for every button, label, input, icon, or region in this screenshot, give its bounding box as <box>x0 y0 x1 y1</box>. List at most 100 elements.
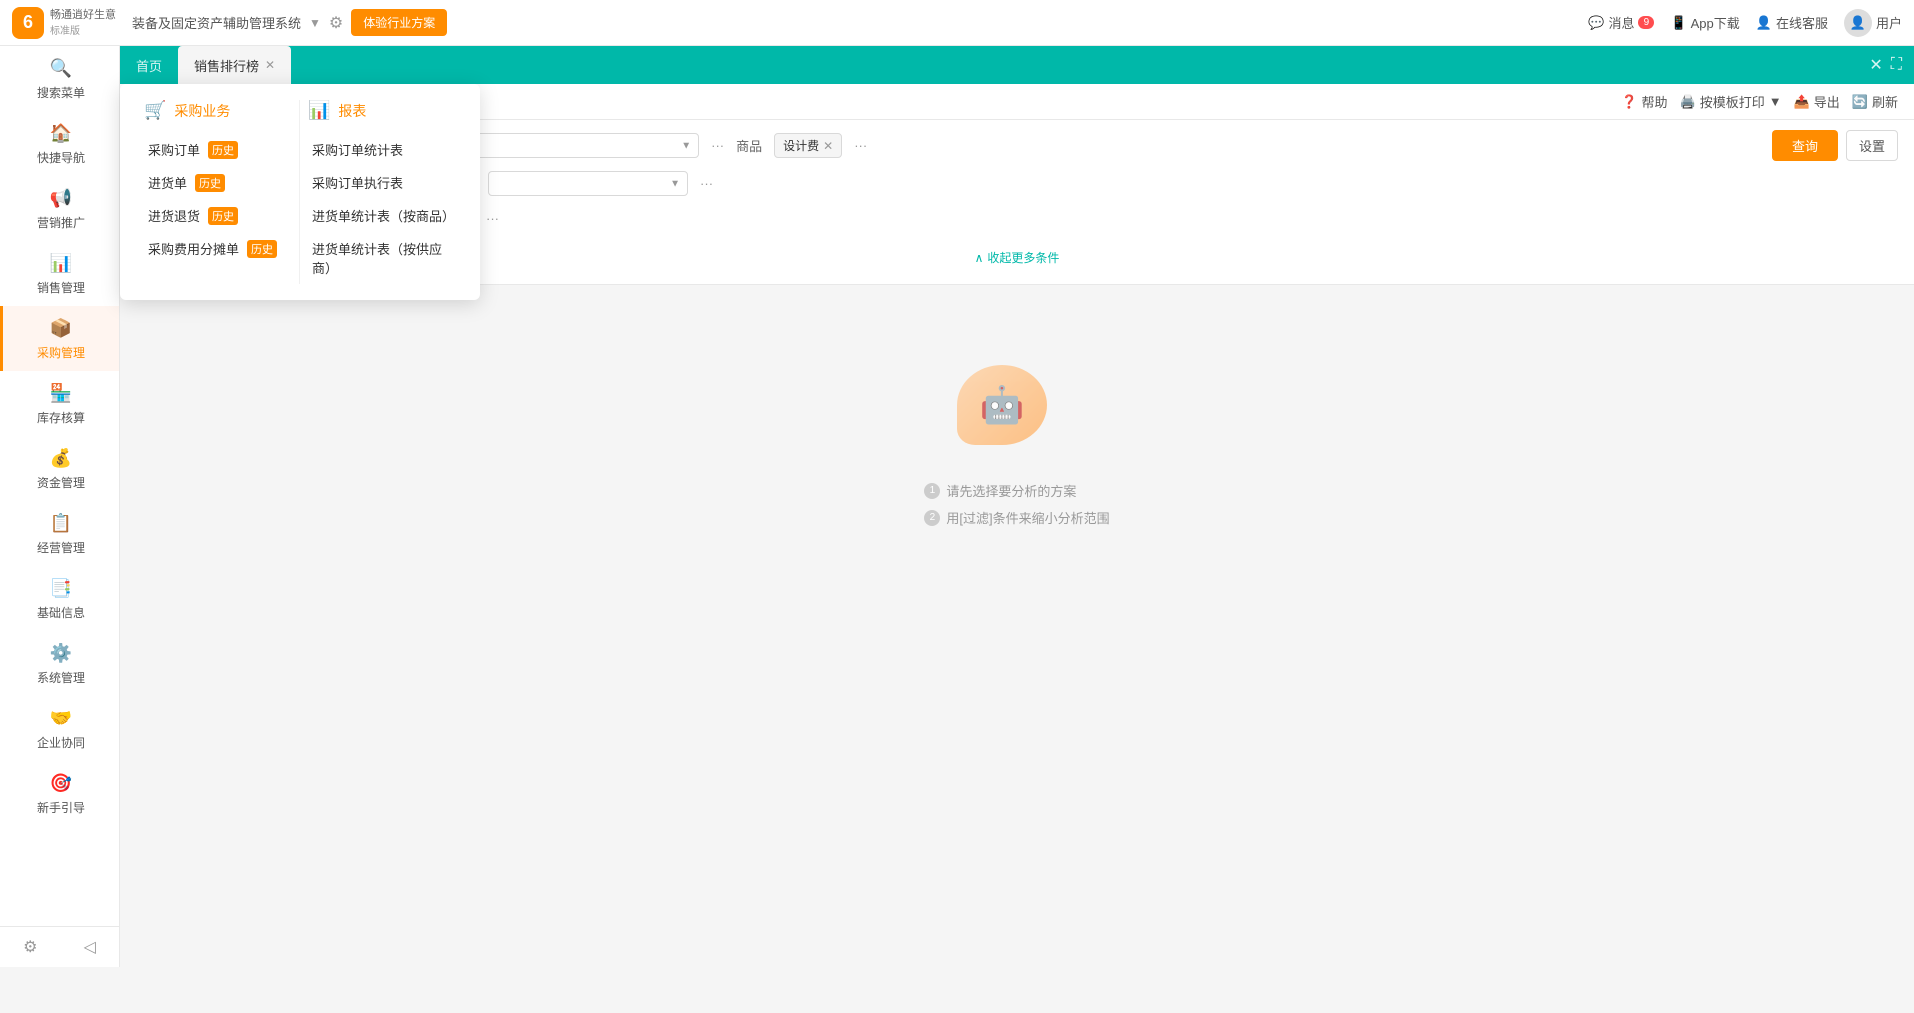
refresh-btn[interactable]: 🔄 刷新 <box>1852 92 1898 111</box>
goods-label: 商品 <box>736 136 762 155</box>
message-icon: 💬 <box>1588 15 1604 31</box>
guide-icon: 🎯 <box>50 773 72 794</box>
header-settings-icon[interactable]: ⚙ <box>329 13 343 33</box>
sidebar-item-sales[interactable]: 📊 销售管理 <box>0 241 119 306</box>
tab-home[interactable]: 首页 <box>120 46 178 84</box>
sidebar-item-cooperation[interactable]: 🤝 企业协同 <box>0 696 119 761</box>
purchase-section-icon: 🛒 <box>144 100 166 121</box>
sidebar-item-finance[interactable]: 💰 资金管理 <box>0 436 119 501</box>
tab-fullscreen-btn[interactable]: ⛶ <box>1891 56 1902 74</box>
history-badge-1: 历史 <box>208 141 238 159</box>
chevron-up-icon: ∧ <box>975 251 984 265</box>
query-btn[interactable]: 查询 <box>1772 130 1838 161</box>
sidebar-item-operations[interactable]: 📋 经营管理 <box>0 501 119 566</box>
sidebar: 🔍 搜索菜单 🏠 快捷导航 📢 营销推广 📊 销售管理 📦 采购管理 🏪 库存核… <box>0 46 120 967</box>
sidebar-settings-btn[interactable]: ⚙ <box>23 937 37 957</box>
sidebar-item-inventory[interactable]: 🏪 库存核算 <box>0 371 119 436</box>
empty-step-1: 1 请先选择要分析的方案 <box>924 481 1076 500</box>
purchase-business-col: 🛒 采购业务 采购订单 历史 进货单 历史 进货退货 历史 采购费用分摊单 历史 <box>136 100 300 284</box>
history-badge-2: 历史 <box>195 174 225 192</box>
export-btn[interactable]: 📤 导出 <box>1794 92 1840 111</box>
basic-info-icon: 📑 <box>50 578 72 599</box>
history-badge-3: 历史 <box>208 207 238 225</box>
logo-icon: 6 <box>12 7 44 39</box>
service-icon: 👤 <box>1756 15 1772 31</box>
tab-close-all-btn[interactable]: ✕ <box>1869 55 1882 75</box>
tab-sales-ranking[interactable]: 销售排行榜 ✕ <box>178 46 291 84</box>
customer-more-btn[interactable]: ··· <box>486 211 499 226</box>
sidebar-bottom: ⚙ ◁ <box>0 926 119 967</box>
app-download-btn[interactable]: 📱 App下载 <box>1670 13 1739 32</box>
empty-state: 🤖 1 请先选择要分析的方案 2 用[过滤]条件来缩小分析范围 <box>120 285 1914 607</box>
user-avatar: 👤 <box>1844 9 1872 37</box>
operations-icon: 📋 <box>50 513 72 534</box>
message-btn[interactable]: 💬 消息 9 <box>1588 13 1654 32</box>
dropdown-grid: 🛒 采购业务 采购订单 历史 进货单 历史 进货退货 历史 采购费用分摊单 历史 <box>136 100 464 284</box>
header-center: 装备及固定资产辅助管理系统 ▼ ⚙ 体验行业方案 <box>132 9 1588 36</box>
tab-actions: ✕ ⛶ <box>1869 55 1914 75</box>
system-title-dropdown[interactable]: ▼ <box>309 16 321 30</box>
user-btn[interactable]: 👤 用户 <box>1844 9 1902 37</box>
filter-settings-btn[interactable]: 设置 <box>1846 130 1898 161</box>
query-actions: 查询 设置 <box>1772 130 1898 161</box>
salesman-select[interactable] <box>488 171 688 196</box>
empty-illustration: 🤖 <box>957 365 1077 465</box>
dropdown-item-order-stat[interactable]: 采购订单统计表 <box>308 133 456 166</box>
goods-more-btn[interactable]: ··· <box>854 138 867 153</box>
print-icon: 🖨️ <box>1680 94 1696 110</box>
search-icon: 🔍 <box>50 58 72 79</box>
purchase-dropdown-menu: 🛒 采购业务 采购订单 历史 进货单 历史 进货退货 历史 采购费用分摊单 历史 <box>120 84 480 300</box>
help-icon: ❓ <box>1621 94 1637 110</box>
salesman-select-wrap <box>488 171 688 196</box>
empty-steps: 1 请先选择要分析的方案 2 用[过滤]条件来缩小分析范围 <box>924 481 1109 527</box>
print-dropdown-icon: ▼ <box>1769 94 1782 109</box>
report-section-title: 📊 报表 <box>308 100 456 121</box>
salesman-more-btn[interactable]: ··· <box>700 176 713 191</box>
home-icon: 🏠 <box>50 123 72 144</box>
logo-area: 6 畅通逍好生意 标准版 <box>12 7 132 39</box>
purchase-section-title: 🛒 采购业务 <box>144 100 291 121</box>
message-badge: 9 <box>1638 16 1654 29</box>
report-section-icon: 📊 <box>308 100 330 121</box>
sidebar-collapse-btn[interactable]: ◁ <box>84 937 96 957</box>
finance-icon: 💰 <box>50 448 72 469</box>
industry-btn[interactable]: 体验行业方案 <box>351 9 447 36</box>
marketing-icon: 📢 <box>50 188 72 209</box>
goods-tag-close[interactable]: ✕ <box>823 139 833 153</box>
logo-text: 畅通逍好生意 标准版 <box>50 8 116 37</box>
dropdown-item-order-exec[interactable]: 采购订单执行表 <box>308 166 456 199</box>
help-btn[interactable]: ❓ 帮助 <box>1621 92 1667 111</box>
inventory-icon: 🏪 <box>50 383 72 404</box>
system-icon: ⚙️ <box>50 643 72 664</box>
sidebar-item-guide[interactable]: 🎯 新手引导 <box>0 761 119 826</box>
status-select[interactable] <box>459 133 699 158</box>
print-btn[interactable]: 🖨️ 按模板打印 ▼ <box>1680 92 1782 111</box>
refresh-icon: 🔄 <box>1852 94 1868 110</box>
dropdown-item-purchase-order[interactable]: 采购订单 历史 <box>144 133 291 166</box>
cooperation-icon: 🤝 <box>50 708 72 729</box>
empty-step-2: 2 用[过滤]条件来缩小分析范围 <box>924 508 1109 527</box>
status-more-btn[interactable]: ··· <box>711 138 724 153</box>
dropdown-item-expense[interactable]: 采购费用分摊单 历史 <box>144 232 291 265</box>
report-col: 📊 报表 采购订单统计表 采购订单执行表 进货单统计表（按商品） 进货单统计表（… <box>300 100 464 284</box>
tab-close-btn[interactable]: ✕ <box>265 58 275 72</box>
phone-icon: 📱 <box>1670 15 1686 31</box>
purchase-icon: 📦 <box>50 318 72 339</box>
tab-bar: 首页 销售排行榜 ✕ ✕ ⛶ <box>120 46 1914 84</box>
sidebar-item-basic-info[interactable]: 📑 基础信息 <box>0 566 119 631</box>
sidebar-item-marketing[interactable]: 📢 营销推广 <box>0 176 119 241</box>
sidebar-item-system[interactable]: ⚙️ 系统管理 <box>0 631 119 696</box>
dropdown-item-incoming-stat-supplier[interactable]: 进货单统计表（按供应商） <box>308 232 456 284</box>
dropdown-item-incoming[interactable]: 进货单 历史 <box>144 166 291 199</box>
dropdown-item-incoming-stat-goods[interactable]: 进货单统计表（按商品） <box>308 199 456 232</box>
history-badge-4: 历史 <box>247 240 277 258</box>
status-select-wrap <box>459 133 699 158</box>
goods-tag: 设计费 ✕ <box>774 133 842 158</box>
export-icon: 📤 <box>1794 94 1810 110</box>
sidebar-item-home[interactable]: 🏠 快捷导航 <box>0 111 119 176</box>
online-service-btn[interactable]: 👤 在线客服 <box>1756 13 1828 32</box>
system-title: 装备及固定资产辅助管理系统 <box>132 13 301 32</box>
sidebar-item-purchase[interactable]: 📦 采购管理 <box>0 306 119 371</box>
sidebar-item-search[interactable]: 🔍 搜索菜单 <box>0 46 119 111</box>
dropdown-item-return[interactable]: 进货退货 历史 <box>144 199 291 232</box>
